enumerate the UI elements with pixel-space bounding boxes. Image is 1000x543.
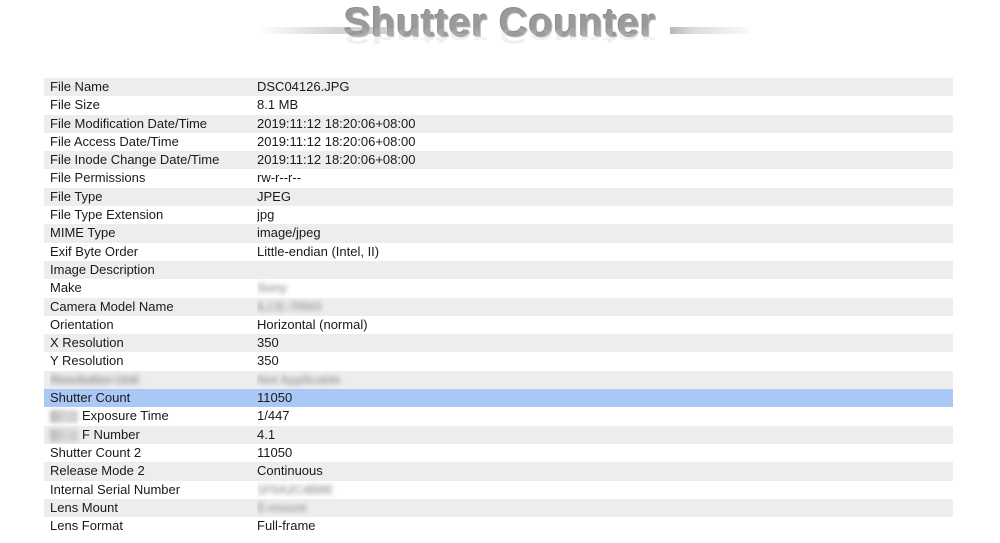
row-value: DSC04126.JPG (257, 79, 350, 94)
table-row[interactable]: Internal Serial Number 1F0A2C4B8E (44, 480, 953, 499)
row-label: Image Description (50, 261, 155, 277)
row-value: 2019:11:12 18:20:06+08:00 (257, 152, 416, 168)
row-label: Lens Format (50, 518, 123, 534)
row-value: Little-endian (Intel, II) (257, 243, 380, 259)
table-row[interactable]: Lens Format Full-frame (44, 517, 953, 536)
redacted-marker-icon (50, 410, 78, 424)
table-row[interactable]: Resolution Unit Not Applicable (44, 370, 953, 390)
row-value: jpg (257, 207, 275, 223)
row-value: E-mount (257, 499, 307, 515)
table-row[interactable]: Camera Model Name ILCE-7RM3 (44, 297, 953, 316)
table-row[interactable]: File Name DSC04126.JPG (44, 78, 953, 97)
table-row[interactable]: Exposure Time 1/447 (44, 407, 953, 426)
row-value: 2019:11:12 18:20:06+08:00 (257, 115, 416, 131)
table-row[interactable]: Image Description (44, 260, 953, 280)
row-label: Internal Serial Number (50, 481, 181, 497)
row-value: JPEG (257, 188, 291, 204)
row-value: Not Applicable (257, 371, 341, 387)
row-value: Horizontal (normal) (257, 316, 368, 332)
row-label: File Inode Change Date/Time (50, 152, 220, 168)
row-label: File Type Extension (50, 207, 164, 223)
row-label: Shutter Count (50, 390, 131, 406)
row-value: 11050 (257, 390, 293, 406)
table-row[interactable]: File Modification Date/Time 2019:11:12 18… (44, 114, 953, 133)
row-label: File Modification Date/Time (50, 115, 208, 131)
row-label: Lens Mount (50, 499, 118, 515)
table-row[interactable]: File Access Date/Time 2019:11:12 18:20:06… (44, 132, 953, 152)
row-value: 11050 (257, 444, 293, 460)
row-value: rw-r--r-- (257, 170, 302, 186)
table-row[interactable]: Shutter Count 11050 (44, 389, 953, 408)
row-label: Camera Model Name (50, 298, 174, 314)
table-row[interactable]: Y Resolution 350 (44, 352, 953, 371)
table-row[interactable]: Shutter Count 2 11050 (44, 443, 953, 463)
row-value: 350 (257, 335, 279, 351)
page-title: Shutter Counter (344, 1, 656, 45)
exif-metadata-table: File Name DSC04126.JPG File Size 8.1 MB File… (44, 78, 953, 536)
row-label: MIME Type (50, 225, 116, 241)
row-value: 2019:11:12 18:20:06+08:00 (257, 133, 416, 149)
row-label: File Access Date/Time (50, 133, 179, 149)
row-label: X Resolution (50, 335, 124, 351)
table-row[interactable]: File Permissions rw-r--r-- (44, 169, 953, 188)
row-label: Y Resolution (50, 353, 124, 369)
row-label: File Name (50, 79, 110, 94)
table-row[interactable]: Exif Byte Order Little-endian (Intel, II) (44, 242, 953, 261)
table-row[interactable]: File Inode Change Date/Time 2019:11:12 18… (44, 151, 953, 170)
table-row[interactable]: File Size 8.1 MB (44, 96, 953, 115)
table-row[interactable]: X Resolution 350 (44, 334, 953, 353)
row-label: Release Mode 2 (50, 463, 145, 479)
table-row[interactable]: Make Sony (44, 279, 953, 298)
row-value: 350 (257, 353, 279, 369)
row-value: 1/447 (257, 408, 290, 424)
table-row[interactable]: MIME Type image/jpeg (44, 224, 953, 243)
row-label: File Permissions (50, 170, 146, 186)
table-row[interactable]: Release Mode 2 Continuous (44, 462, 953, 481)
table-row[interactable]: File Type JPEG (44, 187, 953, 207)
table-row[interactable]: Lens Mount E-mount (44, 498, 953, 518)
row-label: File Type (50, 188, 103, 204)
table-row[interactable]: Orientation Horizontal (normal) (44, 315, 953, 335)
page-header: Shutter Counter Shutter Counter (0, 0, 1000, 70)
row-value: ILCE-7RM3 (257, 298, 322, 314)
row-label: File Size (50, 97, 100, 113)
row-value: 8.1 MB (257, 97, 299, 113)
row-value: 1F0A2C4B8E (257, 481, 333, 497)
redacted-marker-icon (50, 428, 78, 442)
row-label: Exif Byte Order (50, 243, 139, 259)
row-value: Sony (257, 280, 287, 296)
row-value: image/jpeg (257, 225, 321, 241)
row-label: Resolution Unit (50, 371, 139, 387)
row-value: Full-frame (257, 518, 316, 534)
row-value: Continuous (257, 463, 323, 479)
table-row[interactable]: File Type Extension jpg (44, 206, 953, 225)
row-label: Shutter Count 2 (50, 444, 142, 460)
table-row[interactable]: F Number 4.1 (44, 425, 953, 444)
row-label: Make (50, 280, 82, 296)
row-label: Orientation (50, 316, 114, 332)
row-value: 4.1 (257, 426, 276, 442)
